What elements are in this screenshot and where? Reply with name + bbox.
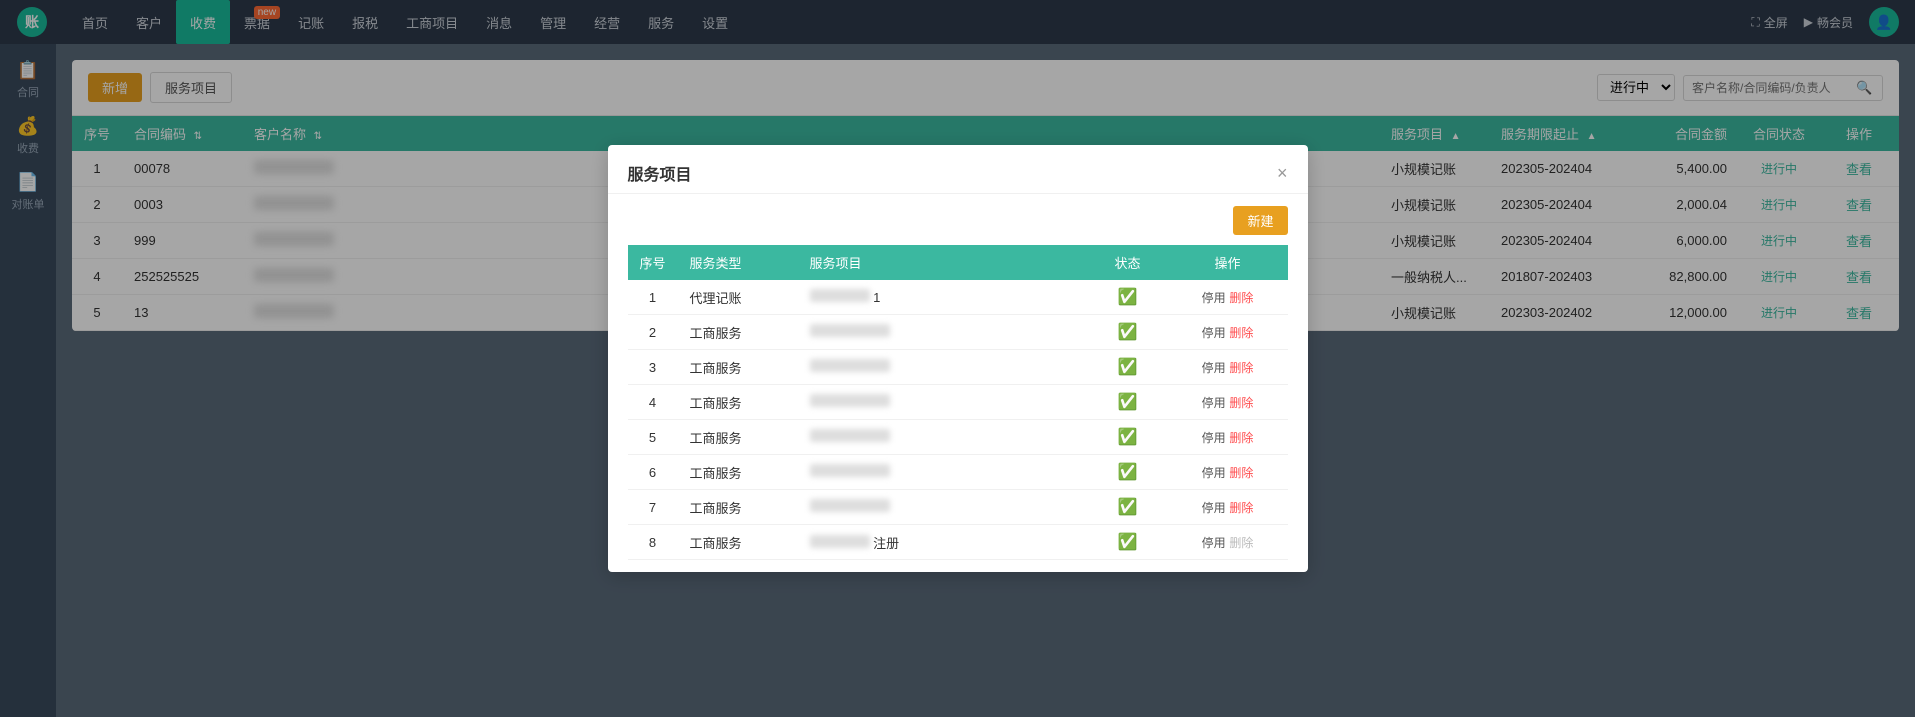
modal-cell-state: ✅ bbox=[1088, 350, 1168, 385]
modal-cell-type: 工商服务 bbox=[678, 455, 798, 490]
delete-button[interactable]: 删除 bbox=[1229, 324, 1253, 341]
modal-cell-seq: 5 bbox=[628, 420, 678, 455]
modal-th-op: 操作 bbox=[1168, 245, 1288, 280]
modal-cell-state: ✅ bbox=[1088, 385, 1168, 420]
modal-cell-seq: 1 bbox=[628, 280, 678, 315]
modal-cell-type: 工商服务 bbox=[678, 315, 798, 350]
status-check-icon: ✅ bbox=[1118, 324, 1138, 341]
stop-button[interactable]: 停用 bbox=[1202, 359, 1226, 376]
modal-table-row: 5 工商服务 ✅ 停用 删除 bbox=[628, 420, 1288, 455]
modal-header: 服务项目 × bbox=[608, 145, 1308, 194]
modal-cell-seq: 6 bbox=[628, 455, 678, 490]
modal-cell-type: 工商服务 bbox=[678, 350, 798, 385]
delete-button[interactable]: 删除 bbox=[1229, 534, 1253, 551]
modal-cell-seq: 7 bbox=[628, 490, 678, 525]
modal-cell-item bbox=[798, 350, 1088, 385]
modal-cell-op: 停用 删除 bbox=[1168, 455, 1288, 490]
modal-cell-op: 停用 删除 bbox=[1168, 350, 1288, 385]
stop-button[interactable]: 停用 bbox=[1202, 499, 1226, 516]
modal-cell-state: ✅ bbox=[1088, 315, 1168, 350]
status-check-icon: ✅ bbox=[1118, 499, 1138, 516]
modal-toolbar: 新建 bbox=[628, 206, 1288, 235]
modal-overlay[interactable]: 服务项目 × 新建 序号 服务类型 服务项目 状态 操作 bbox=[0, 0, 1915, 717]
modal-th-type: 服务类型 bbox=[678, 245, 798, 280]
modal-new-button[interactable]: 新建 bbox=[1233, 206, 1287, 235]
modal-title: 服务项目 bbox=[628, 161, 692, 185]
delete-button[interactable]: 删除 bbox=[1229, 464, 1253, 481]
modal-th-state: 状态 bbox=[1088, 245, 1168, 280]
status-check-icon: ✅ bbox=[1118, 464, 1138, 481]
status-check-icon: ✅ bbox=[1118, 394, 1138, 411]
modal-cell-state: ✅ bbox=[1088, 280, 1168, 315]
status-check-icon: ✅ bbox=[1118, 359, 1138, 376]
modal-cell-op: 停用 删除 bbox=[1168, 280, 1288, 315]
status-check-icon: ✅ bbox=[1118, 429, 1138, 446]
modal-cell-state: ✅ bbox=[1088, 490, 1168, 525]
modal-cell-item bbox=[798, 385, 1088, 420]
modal-cell-seq: 4 bbox=[628, 385, 678, 420]
modal-cell-item bbox=[798, 420, 1088, 455]
modal-th-item: 服务项目 bbox=[798, 245, 1088, 280]
modal-cell-state: ✅ bbox=[1088, 525, 1168, 560]
modal-table-row: 7 工商服务 ✅ 停用 删除 bbox=[628, 490, 1288, 525]
modal-cell-op: 停用 删除 bbox=[1168, 490, 1288, 525]
stop-button[interactable]: 停用 bbox=[1202, 429, 1226, 446]
delete-button[interactable]: 删除 bbox=[1229, 429, 1253, 446]
modal-table-wrap: 序号 服务类型 服务项目 状态 操作 1 代理记账 1 ✅ 停用 删除 2 bbox=[628, 245, 1288, 560]
modal-cell-item: 注册 bbox=[798, 525, 1088, 560]
modal-cell-type: 工商服务 bbox=[678, 490, 798, 525]
service-items-modal: 服务项目 × 新建 序号 服务类型 服务项目 状态 操作 bbox=[608, 145, 1308, 572]
modal-cell-type: 代理记账 bbox=[678, 280, 798, 315]
modal-table-row: 4 工商服务 ✅ 停用 删除 bbox=[628, 385, 1288, 420]
modal-cell-item bbox=[798, 490, 1088, 525]
delete-button[interactable]: 删除 bbox=[1229, 289, 1253, 306]
modal-cell-op: 停用 删除 bbox=[1168, 385, 1288, 420]
modal-cell-type: 工商服务 bbox=[678, 525, 798, 560]
modal-cell-type: 工商服务 bbox=[678, 385, 798, 420]
modal-cell-seq: 8 bbox=[628, 525, 678, 560]
delete-button[interactable]: 删除 bbox=[1229, 499, 1253, 516]
modal-cell-op: 停用 删除 bbox=[1168, 315, 1288, 350]
modal-body: 新建 序号 服务类型 服务项目 状态 操作 bbox=[608, 194, 1308, 572]
status-check-icon: ✅ bbox=[1118, 289, 1138, 306]
modal-cell-state: ✅ bbox=[1088, 420, 1168, 455]
modal-cell-op: 停用 删除 bbox=[1168, 420, 1288, 455]
delete-button[interactable]: 删除 bbox=[1229, 359, 1253, 376]
modal-table-row: 8 工商服务 注册 ✅ 停用 删除 bbox=[628, 525, 1288, 560]
modal-cell-op: 停用 删除 bbox=[1168, 525, 1288, 560]
modal-cell-item: 1 bbox=[798, 280, 1088, 315]
modal-th-seq: 序号 bbox=[628, 245, 678, 280]
delete-button[interactable]: 删除 bbox=[1229, 394, 1253, 411]
stop-button[interactable]: 停用 bbox=[1202, 324, 1226, 341]
service-items-table: 序号 服务类型 服务项目 状态 操作 1 代理记账 1 ✅ 停用 删除 2 bbox=[628, 245, 1288, 560]
stop-button[interactable]: 停用 bbox=[1202, 464, 1226, 481]
stop-button[interactable]: 停用 bbox=[1202, 534, 1226, 551]
modal-cell-item bbox=[798, 315, 1088, 350]
modal-cell-item bbox=[798, 455, 1088, 490]
modal-cell-state: ✅ bbox=[1088, 455, 1168, 490]
modal-table-row: 6 工商服务 ✅ 停用 删除 bbox=[628, 455, 1288, 490]
modal-cell-seq: 3 bbox=[628, 350, 678, 385]
modal-cell-type: 工商服务 bbox=[678, 420, 798, 455]
modal-table-row: 3 工商服务 ✅ 停用 删除 bbox=[628, 350, 1288, 385]
stop-button[interactable]: 停用 bbox=[1202, 289, 1226, 306]
modal-close-button[interactable]: × bbox=[1277, 164, 1288, 182]
stop-button[interactable]: 停用 bbox=[1202, 394, 1226, 411]
modal-table-row: 1 代理记账 1 ✅ 停用 删除 bbox=[628, 280, 1288, 315]
status-check-icon: ✅ bbox=[1118, 534, 1138, 551]
modal-table-row: 2 工商服务 ✅ 停用 删除 bbox=[628, 315, 1288, 350]
modal-cell-seq: 2 bbox=[628, 315, 678, 350]
